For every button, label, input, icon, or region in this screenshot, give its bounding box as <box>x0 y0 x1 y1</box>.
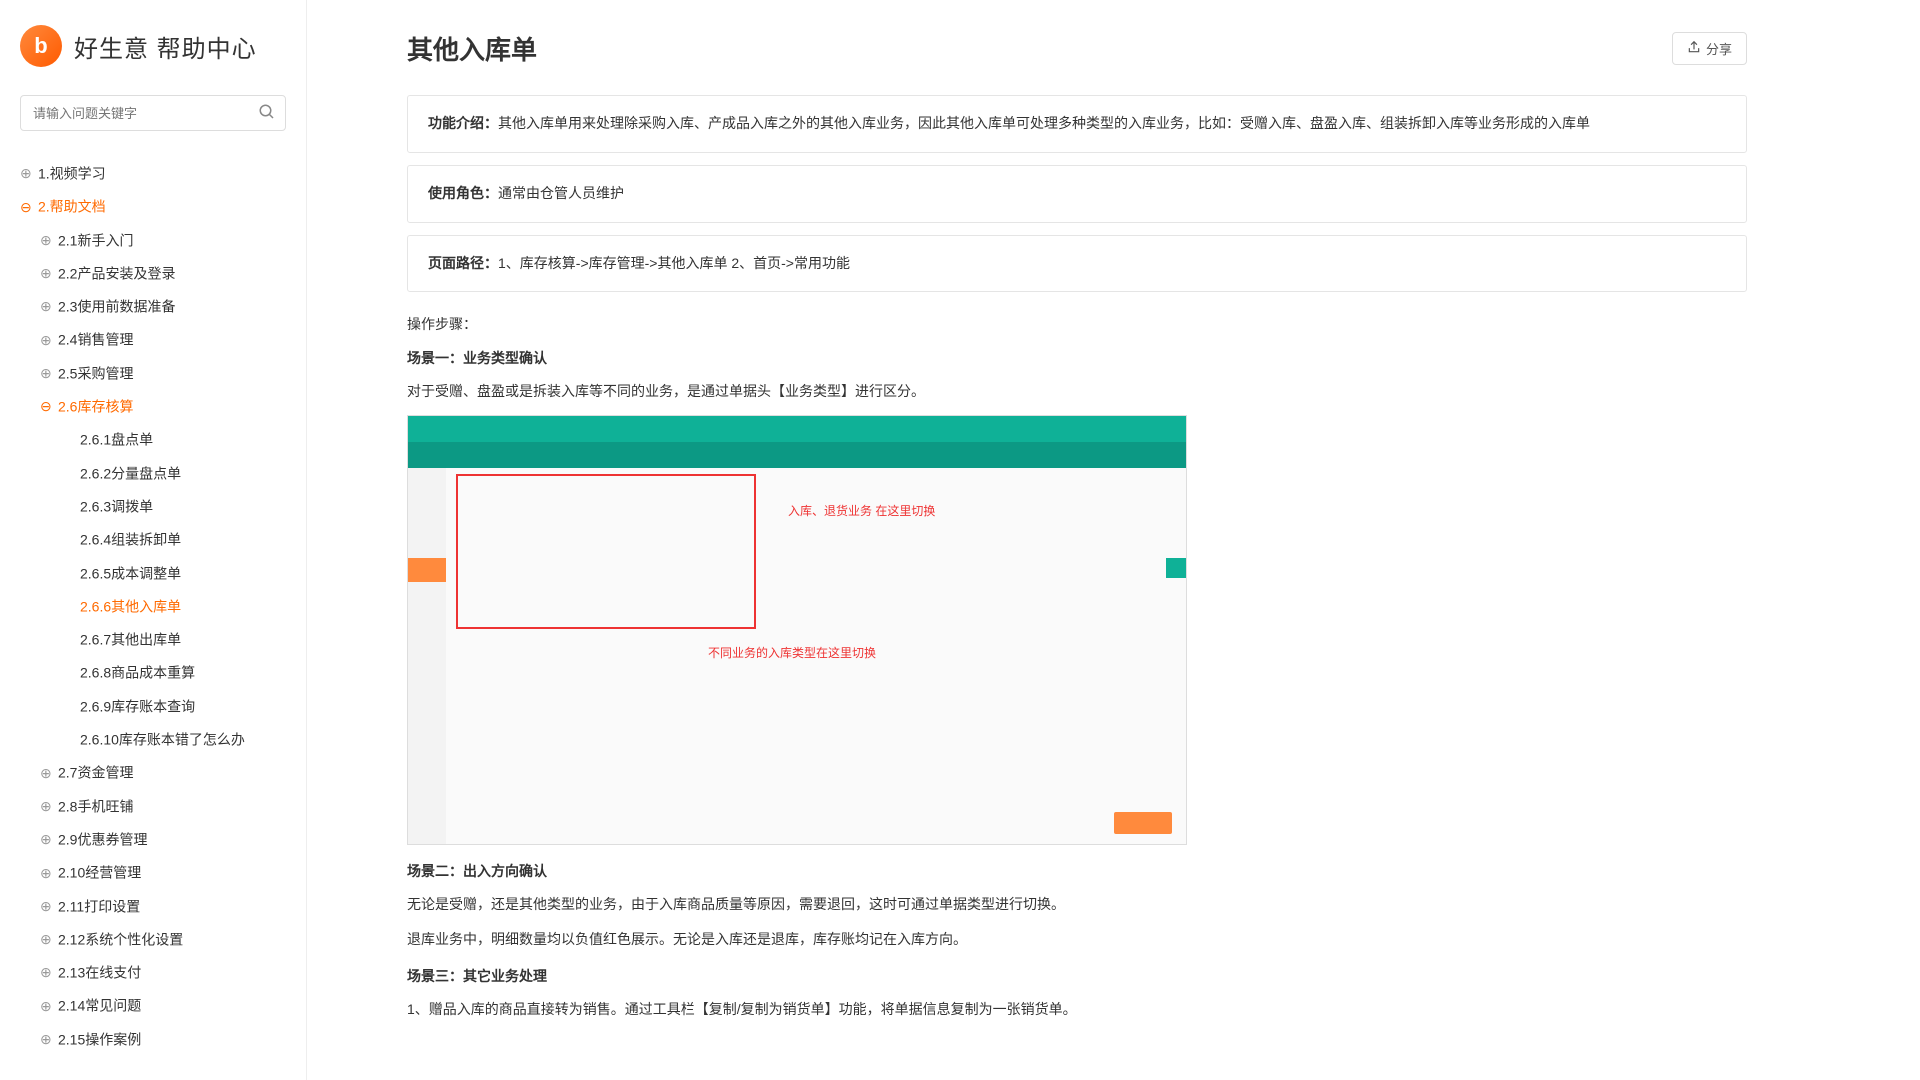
nav-item-2-13[interactable]: ⊕2.13在线支付 <box>20 955 286 988</box>
plus-icon: ⊕ <box>40 823 58 855</box>
nav-item-2-6-4[interactable]: 2.6.4组装拆卸单 <box>20 522 286 555</box>
plus-icon: ⊕ <box>40 857 58 889</box>
plus-icon: ⊕ <box>40 956 58 988</box>
nav-item-2-6-6[interactable]: 2.6.6其他入库单 <box>20 589 286 622</box>
nav-item-2-15[interactable]: ⊕2.15操作案例 <box>20 1022 286 1055</box>
intro-text: 其他入库单用来处理除采购入库、产成品入库之外的其他入库业务，因此其他入库单可处理… <box>498 115 1590 131</box>
path-label: 页面路径： <box>428 255 498 271</box>
share-button[interactable]: 分享 <box>1672 32 1747 65</box>
nav-item-2-2[interactable]: ⊕2.2产品安装及登录 <box>20 256 286 289</box>
search-input[interactable] <box>20 95 286 131</box>
nav-item-2-6-9[interactable]: 2.6.9库存账本查询 <box>20 689 286 722</box>
role-box: 使用角色：通常由仓管人员维护 <box>407 165 1747 223</box>
nav-item-2-3[interactable]: ⊕2.3使用前数据准备 <box>20 289 286 322</box>
screenshot-image: 入库、退货业务 在这里切换 不同业务的入库类型在这里切换 <box>407 415 1187 845</box>
nav-item-2-12[interactable]: ⊕2.12系统个性化设置 <box>20 922 286 955</box>
logo-icon: b <box>20 25 62 67</box>
minus-icon: ⊖ <box>40 390 58 422</box>
nav-item-2-1[interactable]: ⊕2.1新手入门 <box>20 223 286 256</box>
plus-icon: ⊕ <box>40 757 58 789</box>
path-text: 1、库存核算->库存管理->其他入库单 2、首页->常用功能 <box>498 255 850 271</box>
plus-icon: ⊕ <box>20 157 38 189</box>
scene2-text1: 无论是受赠，还是其他类型的业务，由于入库商品质量等原因，需要退回，这时可通过单据… <box>407 891 1747 918</box>
nav-item-2-10[interactable]: ⊕2.10经营管理 <box>20 855 286 888</box>
scene3-text1: 1、赠品入库的商品直接转为销售。通过工具栏【复制/复制为销货单】功能，将单据信息… <box>407 996 1747 1023</box>
share-label: 分享 <box>1706 39 1732 58</box>
nav-item-2-6-3[interactable]: 2.6.3调拨单 <box>20 489 286 522</box>
brand-title: 好生意 帮助中心 <box>74 29 257 64</box>
main-content: 其他入库单 分享 功能介绍：其他入库单用来处理除采购入库、产成品入库之外的其他入… <box>307 0 1807 1080</box>
plus-icon: ⊕ <box>40 290 58 322</box>
plus-icon: ⊕ <box>40 324 58 356</box>
nav-tree: ⊕1.视频学习 ⊖2.帮助文档 ⊕2.1新手入门 ⊕2.2产品安装及登录 ⊕2.… <box>20 156 286 1055</box>
nav-item-2-6-5[interactable]: 2.6.5成本调整单 <box>20 556 286 589</box>
nav-item-2-6-2[interactable]: 2.6.2分量盘点单 <box>20 456 286 489</box>
plus-icon: ⊕ <box>40 890 58 922</box>
path-box: 页面路径：1、库存核算->库存管理->其他入库单 2、首页->常用功能 <box>407 235 1747 293</box>
plus-icon: ⊕ <box>40 224 58 256</box>
nav-item-2-6-10[interactable]: 2.6.10库存账本错了怎么办 <box>20 722 286 755</box>
screenshot-annotation-1: 入库、退货业务 在这里切换 <box>788 502 935 519</box>
plus-icon: ⊕ <box>40 990 58 1022</box>
plus-icon: ⊕ <box>40 790 58 822</box>
nav-item-2-11[interactable]: ⊕2.11打印设置 <box>20 889 286 922</box>
steps-label: 操作步骤： <box>407 314 1747 334</box>
page-title: 其他入库单 <box>407 30 537 67</box>
role-label: 使用角色： <box>428 185 498 201</box>
sidebar: b 好生意 帮助中心 ⊕1.视频学习 ⊖2.帮助文档 ⊕2.1新手入门 ⊕2.2… <box>0 0 307 1080</box>
brand-logo: b 好生意 帮助中心 <box>20 25 286 67</box>
scene2-title: 场景二：出入方向确认 <box>407 861 1747 881</box>
nav-item-video[interactable]: ⊕1.视频学习 <box>20 156 286 189</box>
intro-label: 功能介绍： <box>428 115 498 131</box>
nav-item-2-7[interactable]: ⊕2.7资金管理 <box>20 755 286 788</box>
nav-item-2-6[interactable]: ⊖2.6库存核算 <box>20 389 286 422</box>
nav-item-2-9[interactable]: ⊕2.9优惠券管理 <box>20 822 286 855</box>
plus-icon: ⊕ <box>40 357 58 389</box>
nav-item-2-14[interactable]: ⊕2.14常见问题 <box>20 988 286 1021</box>
role-text: 通常由仓管人员维护 <box>498 185 624 201</box>
nav-item-2-8[interactable]: ⊕2.8手机旺铺 <box>20 789 286 822</box>
plus-icon: ⊕ <box>40 923 58 955</box>
search-box <box>20 95 286 131</box>
intro-box: 功能介绍：其他入库单用来处理除采购入库、产成品入库之外的其他入库业务，因此其他入… <box>407 95 1747 153</box>
scene2-text2: 退库业务中，明细数量均以负值红色展示。无论是入库还是退库，库存账均记在入库方向。 <box>407 926 1747 953</box>
share-icon <box>1687 40 1701 57</box>
nav-item-docs[interactable]: ⊖2.帮助文档 <box>20 189 286 222</box>
nav-item-2-6-8[interactable]: 2.6.8商品成本重算 <box>20 655 286 688</box>
scene1-title: 场景一：业务类型确认 <box>407 348 1747 368</box>
screenshot-annotation-2: 不同业务的入库类型在这里切换 <box>708 644 876 661</box>
search-icon[interactable] <box>258 103 276 124</box>
nav-item-2-6-7[interactable]: 2.6.7其他出库单 <box>20 622 286 655</box>
nav-item-2-6-1[interactable]: 2.6.1盘点单 <box>20 422 286 455</box>
plus-icon: ⊕ <box>40 1023 58 1055</box>
nav-item-2-5[interactable]: ⊕2.5采购管理 <box>20 356 286 389</box>
minus-icon: ⊖ <box>20 191 38 223</box>
nav-item-2-4[interactable]: ⊕2.4销售管理 <box>20 322 286 355</box>
plus-icon: ⊕ <box>40 257 58 289</box>
scene3-title: 场景三：其它业务处理 <box>407 966 1747 986</box>
scene1-text: 对于受赠、盘盈或是拆装入库等不同的业务，是通过单据头【业务类型】进行区分。 <box>407 378 1747 405</box>
